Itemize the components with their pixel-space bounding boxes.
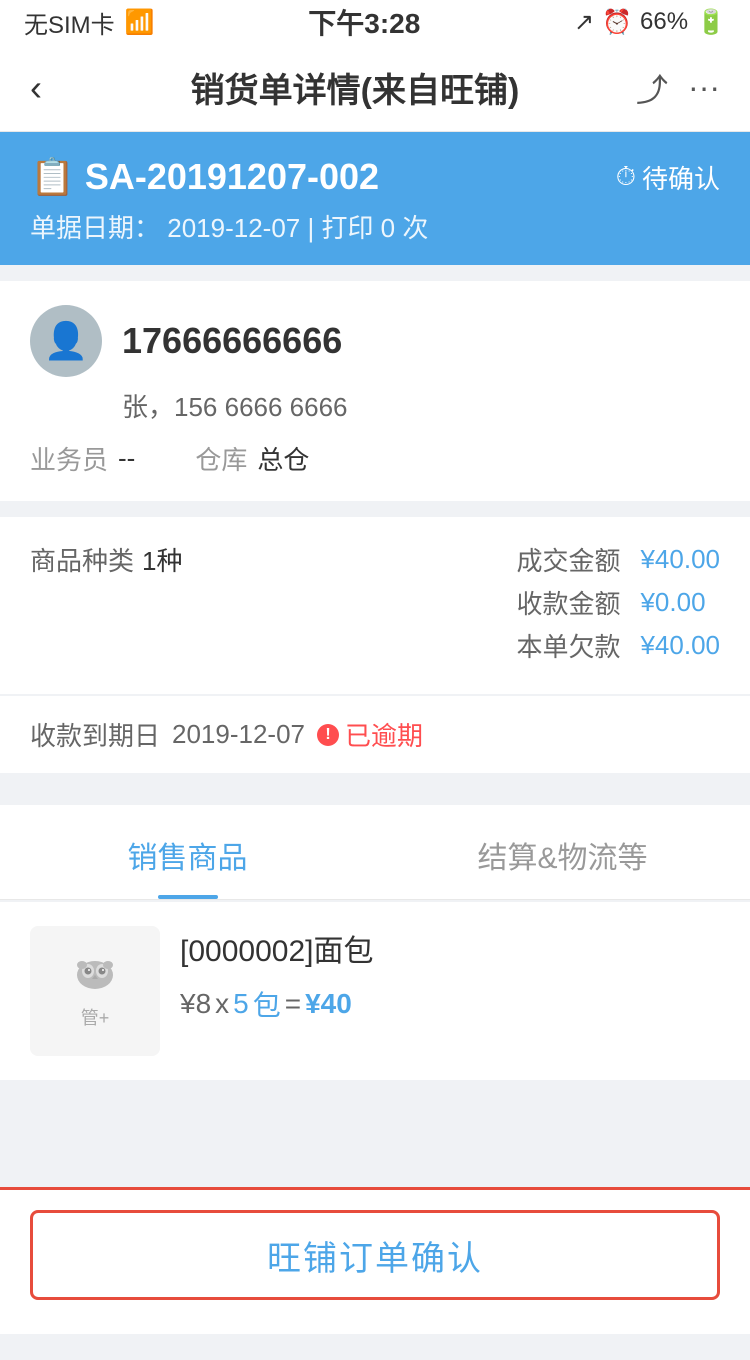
status-clock-icon: ⏱ [616, 161, 636, 193]
date-value: 2019-12-07 [167, 213, 300, 243]
order-date: 单据日期： 2019-12-07 | 打印 0 次 [30, 208, 720, 245]
product-item: 管+ [0000002]面包 ¥8 x 5 包 = ¥40 [0, 902, 750, 1080]
transaction-label: 成交金额 [516, 541, 620, 578]
status-badge: ⏱ 待确认 [616, 159, 720, 196]
customer-phone: 17666666666 [122, 320, 342, 362]
warehouse-item: 仓库 总仓 [195, 440, 309, 477]
alarm-icon: ⏰ [602, 8, 632, 37]
transaction-amount-row: 成交金额 ¥40.00 [516, 541, 720, 578]
avatar-icon: 👤 [44, 320, 89, 362]
multiply-sign: x [215, 988, 229, 1020]
divider-2 [0, 773, 750, 789]
tabs-row: 销售商品 结算&物流等 [0, 805, 750, 899]
customer-section: 👤 17666666666 张，156 6666 6666 业务员 -- 仓库 … [0, 281, 750, 501]
back-icon: ‹ [30, 67, 42, 108]
debt-value: ¥40.00 [640, 630, 720, 661]
qty-unit: 包 [253, 984, 281, 1024]
product-info: [0000002]面包 ¥8 x 5 包 = ¥40 [180, 926, 720, 1024]
tab-settlement-label: 结算&物流等 [477, 842, 647, 875]
print-info: | 打印 0 次 [307, 213, 428, 243]
tabs-section: 销售商品 结算&物流等 [0, 805, 750, 900]
payment-amount-row: 收款金额 ¥0.00 [516, 584, 720, 621]
customer-name: 张，156 6666 6666 [122, 387, 720, 424]
product-brand-text: 管+ [81, 1004, 110, 1030]
payment-label: 收款金额 [516, 584, 620, 621]
sales-rep-label: 业务员 [30, 440, 108, 477]
carrier-label: 无SIM卡 [24, 5, 115, 40]
unit-price: ¥8 [180, 988, 211, 1020]
confirm-label: 旺铺订单确认 [267, 1231, 483, 1280]
nav-actions: ⤴ ··· [620, 65, 720, 111]
page-title: 销货单详情(来自旺铺) [90, 63, 620, 112]
due-date-section: 收款到期日 2019-12-07 ! 已逾期 [0, 696, 750, 773]
share-icon[interactable]: ⤴ [636, 65, 668, 111]
overdue-text: 已逾期 [345, 716, 423, 753]
more-icon[interactable]: ··· [688, 69, 720, 106]
footer: 旺铺订单确认 [0, 1187, 750, 1334]
product-brand-icon [70, 953, 120, 1000]
product-price-row: ¥8 x 5 包 = ¥40 [180, 984, 720, 1024]
tab-sales[interactable]: 销售商品 [0, 805, 375, 899]
quantity: 5 [233, 988, 249, 1020]
debt-label: 本单欠款 [516, 627, 620, 664]
divider-1 [0, 501, 750, 517]
product-kind: 商品种类 1种 [30, 541, 182, 578]
payment-value: ¥0.00 [640, 587, 705, 618]
debt-amount-row: 本单欠款 ¥40.00 [516, 627, 720, 664]
battery-label: 66% [640, 8, 688, 36]
order-id: 📋 SA-20191207-002 [30, 156, 379, 198]
overdue-warning-icon: ! [317, 724, 339, 746]
status-left: 无SIM卡 📶 [24, 5, 155, 40]
warehouse-label: 仓库 [195, 440, 247, 477]
back-button[interactable]: ‹ [30, 67, 90, 109]
sales-rep-item: 业务员 -- [30, 440, 135, 477]
due-date-value: 2019-12-07 [172, 719, 305, 750]
product-thumbnail: 管+ [30, 926, 160, 1056]
tab-settlement[interactable]: 结算&物流等 [375, 805, 750, 899]
time-text: 下午3:28 [308, 8, 420, 39]
kind-label: 商品种类 [30, 541, 134, 578]
header-card: 📋 SA-20191207-002 ⏱ 待确认 单据日期： 2019-12-07… [0, 132, 750, 265]
warehouse-value: 总仓 [257, 440, 309, 477]
nav-bar: ‹ 销货单详情(来自旺铺) ⤴ ··· [0, 44, 750, 132]
order-id-text: SA-20191207-002 [85, 156, 379, 198]
product-name: [0000002]面包 [180, 926, 720, 970]
overdue-badge: ! 已逾期 [317, 716, 423, 753]
confirm-button[interactable]: 旺铺订单确认 [30, 1210, 720, 1300]
battery-icon: 🔋 [696, 8, 726, 37]
time-display: 下午3:28 [308, 2, 420, 42]
product-section: 管+ [0000002]面包 ¥8 x 5 包 = ¥40 [0, 902, 750, 1080]
transaction-value: ¥40.00 [640, 544, 720, 575]
date-label: 单据日期： [30, 213, 160, 243]
due-date-label: 收款到期日 [30, 716, 160, 753]
order-id-icon: 📋 [30, 156, 75, 198]
avatar: 👤 [30, 305, 102, 377]
customer-meta: 业务员 -- 仓库 总仓 [30, 440, 720, 477]
amount-summary: 成交金额 ¥40.00 收款金额 ¥0.00 本单欠款 ¥40.00 [516, 541, 720, 670]
summary-section: 商品种类 1种 成交金额 ¥40.00 收款金额 ¥0.00 本单欠款 ¥40.… [0, 517, 750, 694]
kind-value: 1种 [142, 541, 182, 578]
total-price: ¥40 [305, 988, 352, 1020]
status-right: ↗ ⏰ 66% 🔋 [574, 8, 726, 37]
sales-rep-value: -- [118, 443, 135, 474]
tab-sales-label: 销售商品 [128, 842, 248, 875]
status-bar: 无SIM卡 📶 下午3:28 ↗ ⏰ 66% 🔋 [0, 0, 750, 44]
wifi-icon: 📶 [125, 8, 155, 37]
location-icon: ↗ [574, 8, 594, 37]
status-text: 待确认 [642, 159, 720, 196]
equals-sign: = [285, 988, 301, 1020]
